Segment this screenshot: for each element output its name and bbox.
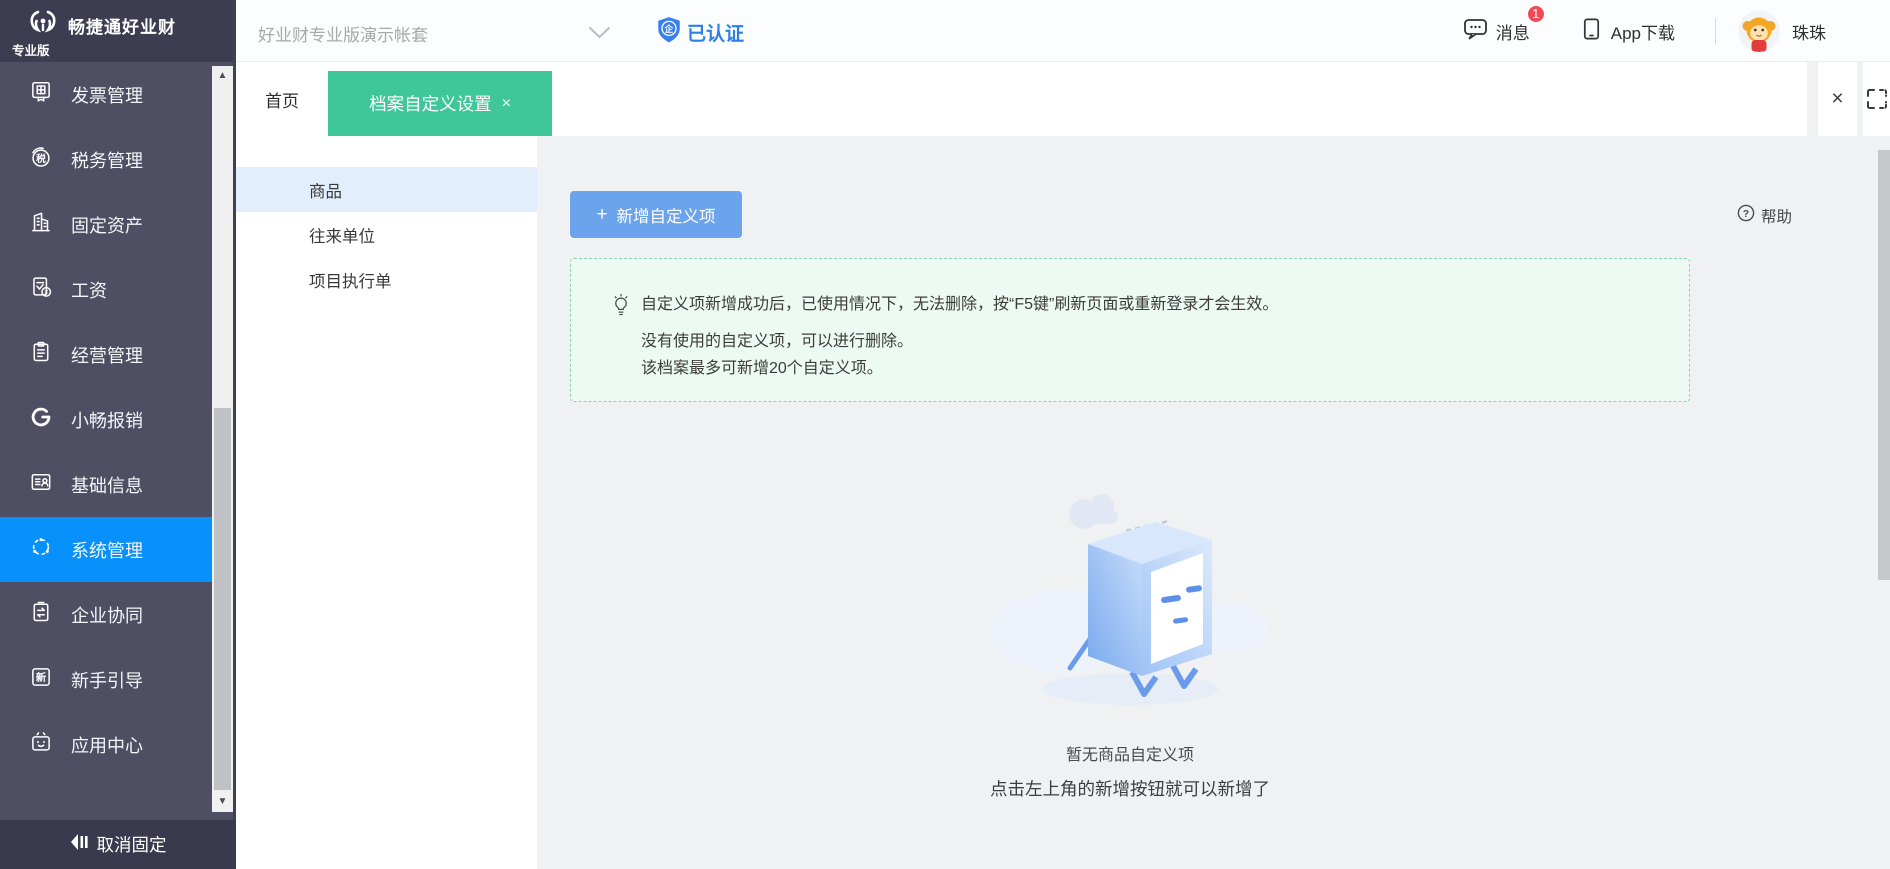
sidebar-item-collaboration[interactable]: 企业协同 <box>0 582 212 647</box>
messages-label: 消息 <box>1496 19 1530 44</box>
app-download-button[interactable]: App下载 <box>1580 17 1675 46</box>
message-bubble-icon <box>1463 16 1488 46</box>
sidebar-item-label: 小畅报销 <box>71 407 143 433</box>
plus-icon: + <box>596 205 607 224</box>
sidebar-item-label: 新手引导 <box>71 667 143 693</box>
empty-hint: 点击左上角的新增按钮就可以新增了 <box>570 776 1690 801</box>
topbar: 好业财专业版演示帐套 企 已认证 <box>236 0 1890 62</box>
help-label: 帮助 <box>1761 205 1792 227</box>
tab-close-icon[interactable]: × <box>502 96 511 112</box>
sidebar-item-fixed-assets[interactable]: 固定资产 <box>0 192 212 257</box>
content-area: 商品 往来单位 项目执行单 + 新增自定义项 ? 帮助 <box>236 136 1890 869</box>
newbie-icon: 新 <box>28 664 54 695</box>
username[interactable]: 珠珠 <box>1792 19 1826 44</box>
sidebar-item-label: 应用中心 <box>71 732 143 758</box>
sidebar-scrollbar[interactable]: ▲ ▼ <box>212 66 233 812</box>
reimburse-icon <box>28 404 54 435</box>
idcard-icon <box>28 469 54 500</box>
scroll-up-icon[interactable]: ▲ <box>212 68 233 84</box>
svg-text:¥: ¥ <box>44 290 48 297</box>
help-link[interactable]: ? 帮助 <box>1737 204 1792 227</box>
svg-text:?: ? <box>1743 208 1749 220</box>
messages-count-badge: 1 <box>1526 4 1546 24</box>
brand-name: 畅捷通好业财 <box>68 13 176 38</box>
svg-text:税: 税 <box>36 152 46 165</box>
add-button-label: 新增自定义项 <box>617 203 716 227</box>
subnav-item-project-orders[interactable]: 项目执行单 <box>236 257 537 302</box>
chevron-down-icon[interactable] <box>588 26 611 44</box>
sidebar: 畅捷通好业财 专业版 发票管理 <box>0 0 236 869</box>
app-window: 畅捷通好业财 专业版 发票管理 <box>0 0 1890 869</box>
notice-box: 自定义项新增成功后，已使用情况下，无法删除，按“F5键”刷新页面或重新登录才会生… <box>570 258 1690 402</box>
empty-illustration <box>980 713 1280 730</box>
add-custom-field-button[interactable]: + 新增自定义项 <box>570 191 742 238</box>
notice-line-2: 没有使用的自定义项，可以进行删除。 <box>641 328 1665 355</box>
svg-text:新: 新 <box>36 671 47 684</box>
sidebar-item-label: 税务管理 <box>71 147 143 173</box>
building-icon <box>28 209 54 240</box>
sidebar-item-basic-info[interactable]: 基础信息 <box>0 452 212 517</box>
sidebar-item-app-center[interactable]: 应用中心 <box>0 712 212 777</box>
clipboard-icon <box>28 339 54 370</box>
brand-edition: 专业版 <box>12 40 50 59</box>
sidebar-item-label: 发票管理 <box>71 82 143 108</box>
unpin-label: 取消固定 <box>97 832 167 857</box>
bulb-icon <box>611 291 631 328</box>
sidebar-item-label: 固定资产 <box>71 212 143 238</box>
empty-state: 暂无商品自定义项 点击左上角的新增按钮就可以新增了 <box>570 476 1690 801</box>
messages-button[interactable]: 消息 1 <box>1463 16 1536 46</box>
tab-archive-custom-settings[interactable]: 档案自定义设置 × <box>328 71 552 136</box>
verified-badge[interactable]: 企 已认证 <box>656 16 744 49</box>
app-download-label: App下载 <box>1611 19 1675 44</box>
appcenter-icon <box>28 729 54 760</box>
tax-icon: 税 <box>28 144 54 175</box>
sidebar-item-reimburse[interactable]: 小畅报销 <box>0 387 212 452</box>
subnav-item-goods[interactable]: 商品 <box>236 167 537 212</box>
sidebar-item-label: 工资 <box>71 277 107 303</box>
help-icon: ? <box>1737 204 1755 227</box>
invoice-icon <box>28 79 54 110</box>
main-panel: + 新增自定义项 ? 帮助 <box>537 136 1890 869</box>
collaboration-icon <box>28 599 54 630</box>
content-scroll-thumb[interactable] <box>1878 150 1890 580</box>
unpin-sidebar-button[interactable]: 取消固定 <box>0 820 236 869</box>
topbar-divider <box>1715 18 1716 44</box>
subnav-item-partners[interactable]: 往来单位 <box>236 212 537 257</box>
salary-icon: ¥ <box>28 274 54 305</box>
empty-title: 暂无商品自定义项 <box>570 741 1690 765</box>
sidebar-item-label: 经营管理 <box>71 342 143 368</box>
phone-icon <box>1580 17 1603 46</box>
system-icon <box>28 534 54 565</box>
tabbar: 首页 档案自定义设置 × × <box>236 62 1890 136</box>
sidebar-scroll-thumb[interactable] <box>214 408 231 790</box>
sidebar-header: 畅捷通好业财 专业版 <box>0 0 236 62</box>
sidebar-item-label: 基础信息 <box>71 472 143 498</box>
shield-icon: 企 <box>656 16 682 49</box>
sidebar-menu: 发票管理 税 税务管理 <box>0 62 212 777</box>
notice-line-3: 该档案最多可新增20个自定义项。 <box>641 355 1665 382</box>
close-all-tabs-button[interactable]: × <box>1818 62 1857 136</box>
tab-home[interactable]: 首页 <box>236 62 328 136</box>
subnav-panel: 商品 往来单位 项目执行单 <box>236 136 537 869</box>
scroll-down-icon[interactable]: ▼ <box>212 794 233 810</box>
sidebar-item-label: 企业协同 <box>71 602 143 628</box>
sidebar-item-newbie-guide[interactable]: 新 新手引导 <box>0 647 212 712</box>
notice-line-1: 自定义项新增成功后，已使用情况下，无法删除，按“F5键”刷新页面或重新登录才会生… <box>641 291 1278 318</box>
sidebar-item-salary[interactable]: ¥ 工资 <box>0 257 212 322</box>
unpin-icon <box>70 833 90 856</box>
verified-label: 已认证 <box>687 19 744 46</box>
sidebar-item-system[interactable]: 系统管理 <box>0 517 212 582</box>
avatar[interactable] <box>1738 10 1780 52</box>
sidebar-item-label: 系统管理 <box>71 537 143 563</box>
brand-logo-icon <box>28 8 58 43</box>
svg-text:企: 企 <box>664 23 674 34</box>
account-select[interactable]: 好业财专业版演示帐套 <box>258 21 428 46</box>
sidebar-item-operations[interactable]: 经营管理 <box>0 322 212 387</box>
tab-label: 档案自定义设置 <box>369 91 492 116</box>
expand-tabs-icon[interactable] <box>1863 62 1890 136</box>
sidebar-item-tax[interactable]: 税 税务管理 <box>0 127 212 192</box>
sidebar-item-invoice[interactable]: 发票管理 <box>0 62 212 127</box>
